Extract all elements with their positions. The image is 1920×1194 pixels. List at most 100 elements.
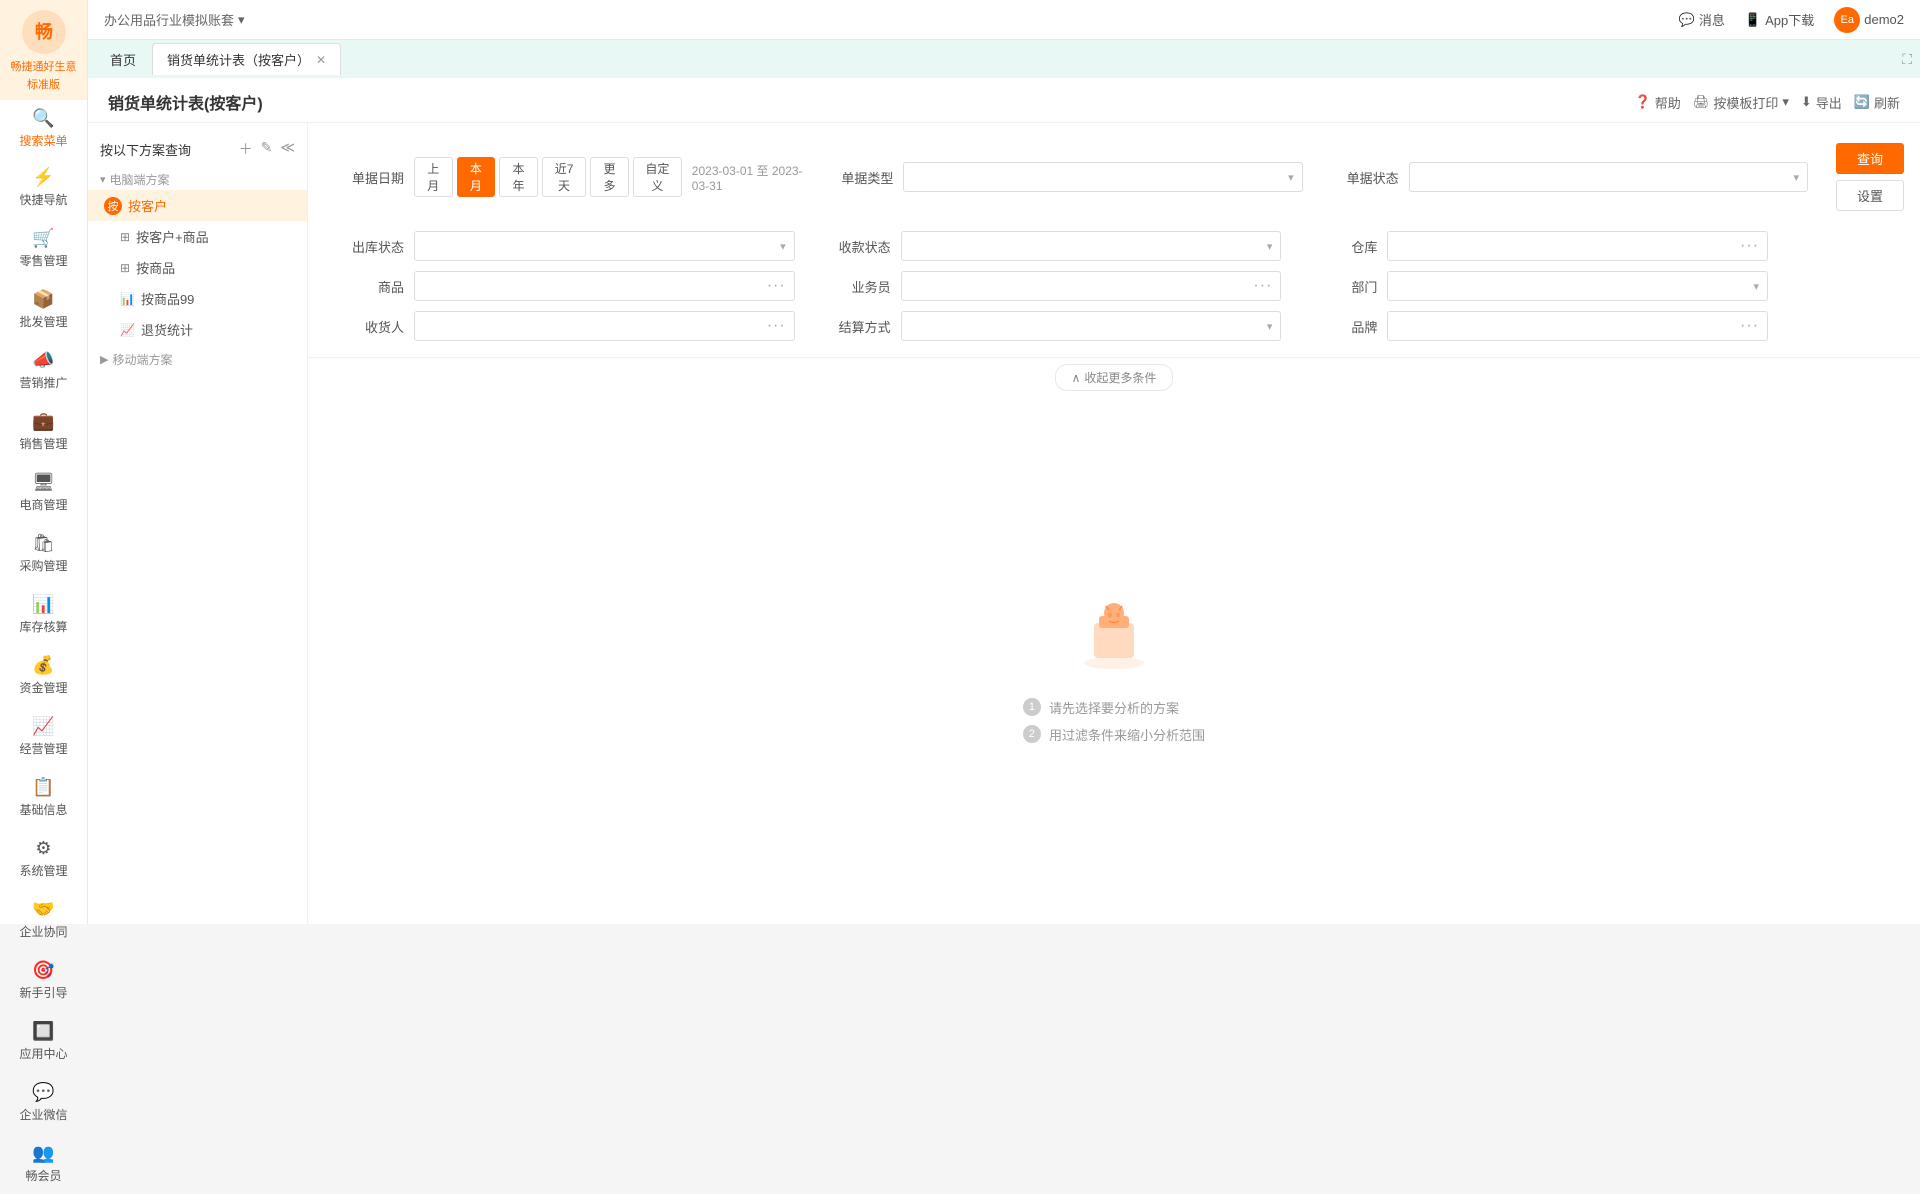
sidebar-item-wholesale[interactable]: 📦 批发管理 bbox=[0, 279, 87, 340]
topbar-left: 办公用品行业模拟账套 ▾ bbox=[104, 10, 245, 29]
collapse-label: 收起更多条件 bbox=[1084, 369, 1156, 386]
finance-icon: 💰 bbox=[32, 655, 54, 676]
sidebar-item-purchase[interactable]: 🛍 采购管理 bbox=[0, 523, 87, 584]
scheme-label-goods99: 按商品99 bbox=[141, 289, 194, 308]
marketing-icon: 📣 bbox=[32, 350, 54, 371]
dept-label: 部门 bbox=[1297, 277, 1387, 296]
sidebar-item-operations[interactable]: 📈 经营管理 bbox=[0, 706, 87, 767]
receiver-select[interactable]: ··· bbox=[414, 311, 795, 341]
desktop-group-text: 电脑端方案 bbox=[110, 171, 170, 188]
sidebar-newbie-label: 新手引导 bbox=[19, 984, 67, 1001]
sidebar-item-search[interactable]: 🔍 搜索菜单 bbox=[0, 100, 87, 157]
collapse-button[interactable]: ∧ 收起更多条件 bbox=[1055, 364, 1174, 391]
type-select[interactable]: ▾ bbox=[903, 162, 1302, 192]
topbar-right: 💬 消息 📱 App下载 Ea demo2 bbox=[1679, 7, 1904, 33]
date-btn-last-month[interactable]: 上月 bbox=[414, 157, 453, 197]
date-btn-this-month[interactable]: 本月 bbox=[457, 157, 496, 197]
breadcrumb-dropdown[interactable]: 办公用品行业模拟账套 ▾ bbox=[104, 10, 245, 29]
date-label: 单据日期 bbox=[324, 168, 414, 187]
app-download-button[interactable]: 📱 App下载 bbox=[1745, 10, 1814, 29]
scheme-icon-customer: 按 bbox=[104, 197, 122, 215]
sidebar-item-sales[interactable]: 💼 销售管理 bbox=[0, 401, 87, 462]
edit-scheme-button[interactable]: ✎ bbox=[261, 139, 273, 159]
goods-select[interactable]: ··· bbox=[414, 271, 795, 301]
collapse-panel-button[interactable]: ≪ bbox=[280, 139, 295, 159]
goods-label: 商品 bbox=[324, 277, 414, 296]
left-panel-header: 按以下方案查询 ＋ ✎ ≪ bbox=[88, 133, 307, 165]
print-button[interactable]: 🖨 按模板打印 ▾ bbox=[1693, 93, 1789, 112]
sidebar-app-center-label: 应用中心 bbox=[19, 1045, 67, 1062]
date-btn-more[interactable]: 更多 bbox=[590, 157, 629, 197]
sidebar-item-system[interactable]: ⚙ 系统管理 bbox=[0, 828, 87, 889]
sidebar-item-finance[interactable]: 💰 资金管理 bbox=[0, 645, 87, 706]
out-status-select[interactable]: ▾ bbox=[414, 231, 795, 261]
add-scheme-button[interactable]: ＋ bbox=[239, 139, 253, 159]
scheme-return-stat[interactable]: 📈 退货统计 bbox=[88, 314, 307, 345]
export-button[interactable]: ⬇ 导出 bbox=[1801, 93, 1842, 112]
tab-close-button[interactable]: ✕ bbox=[316, 53, 326, 67]
scheme-by-goods[interactable]: ⊞ 按商品 bbox=[88, 252, 307, 283]
warehouse-dots: ··· bbox=[1740, 237, 1759, 255]
salesperson-label: 业务员 bbox=[811, 277, 901, 296]
settings-button[interactable]: 设置 bbox=[1836, 180, 1904, 211]
salesperson-select[interactable]: ··· bbox=[901, 271, 1282, 301]
sidebar-item-corp-wechat[interactable]: 💬 企业微信 bbox=[0, 1072, 87, 1133]
collapse-up-icon: ∧ bbox=[1072, 371, 1081, 385]
receiver-label: 收货人 bbox=[324, 317, 414, 336]
message-button[interactable]: 💬 消息 bbox=[1679, 10, 1725, 29]
sidebar-item-inventory[interactable]: 📊 库存核算 bbox=[0, 584, 87, 645]
refresh-label: 刷新 bbox=[1874, 93, 1900, 112]
sidebar-item-app-center[interactable]: 🔲 应用中心 bbox=[0, 1011, 87, 1072]
sidebar-item-marketing[interactable]: 📣 营销推广 bbox=[0, 340, 87, 401]
scheme-by-goods99[interactable]: 📊 按商品99 bbox=[88, 283, 307, 314]
tip-num-1: 1 bbox=[1023, 698, 1041, 716]
sidebar-item-ecommerce[interactable]: 🖥 电商管理 bbox=[0, 462, 87, 523]
query-conditions: 单据日期 上月 本月 本年 近7天 更多 自定义 2023-03-01 至 20… bbox=[308, 123, 1920, 358]
warehouse-label: 仓库 bbox=[1297, 237, 1387, 256]
tree-expand-mobile-icon: ▶ bbox=[100, 353, 108, 366]
maximize-button[interactable]: ⛶ bbox=[1902, 51, 1912, 68]
sidebar-item-newbie[interactable]: 🎯 新手引导 bbox=[0, 950, 87, 1011]
scheme-by-customer[interactable]: 按 按客户 bbox=[88, 190, 307, 221]
sidebar-item-basic[interactable]: 📋 基础信息 bbox=[0, 767, 87, 828]
desktop-group-label: ▾ 电脑端方案 bbox=[88, 165, 307, 190]
refresh-button[interactable]: 🔄 刷新 bbox=[1854, 93, 1900, 112]
quick-nav-icon: ⚡ bbox=[32, 167, 54, 188]
sidebar-ecommerce-label: 电商管理 bbox=[19, 496, 67, 513]
left-panel: 按以下方案查询 ＋ ✎ ≪ ▾ 电脑端方案 按 按客户 bbox=[88, 123, 308, 924]
help-button[interactable]: ❓ 帮助 bbox=[1635, 93, 1681, 112]
empty-tip-2: 2 用过滤条件来缩小分析范围 bbox=[1023, 725, 1205, 744]
brand-select[interactable]: ··· bbox=[1387, 311, 1768, 341]
scheme-by-customer-goods[interactable]: ⊞ 按客户+商品 bbox=[88, 221, 307, 252]
logo-area: 畅 畅捷通好生意 标准版 bbox=[0, 0, 87, 100]
date-btn-7days[interactable]: 近7天 bbox=[542, 157, 586, 197]
tab-sales-stat[interactable]: 销货单统计表（按客户） ✕ bbox=[152, 43, 341, 75]
date-btn-custom[interactable]: 自定义 bbox=[633, 157, 682, 197]
sidebar-item-quick-nav[interactable]: ⚡ 快捷导航 bbox=[0, 157, 87, 218]
sidebar-item-retail[interactable]: 🛒 零售管理 bbox=[0, 218, 87, 279]
right-panel: 单据日期 上月 本月 本年 近7天 更多 自定义 2023-03-01 至 20… bbox=[308, 123, 1920, 924]
sidebar-wholesale-label: 批发管理 bbox=[19, 313, 67, 330]
message-label: 消息 bbox=[1699, 10, 1725, 29]
sidebar-item-member[interactable]: 👥 畅会员 bbox=[0, 1133, 87, 1194]
sidebar-purchase-label: 采购管理 bbox=[19, 557, 67, 574]
tree-expand-icon: ▾ bbox=[100, 173, 106, 186]
date-btn-this-year[interactable]: 本年 bbox=[499, 157, 538, 197]
payment-select[interactable]: ▾ bbox=[901, 311, 1282, 341]
tab-home[interactable]: 首页 bbox=[96, 44, 150, 75]
dept-select[interactable]: ▾ bbox=[1387, 271, 1768, 301]
brand-dots: ··· bbox=[1740, 317, 1759, 335]
sidebar-basic-label: 基础信息 bbox=[19, 801, 67, 818]
status-select[interactable]: ▾ bbox=[1409, 162, 1808, 192]
left-panel-title: 按以下方案查询 bbox=[100, 140, 191, 159]
query-button[interactable]: 查询 bbox=[1836, 143, 1904, 174]
user-menu[interactable]: Ea demo2 bbox=[1834, 7, 1904, 33]
empty-illustration bbox=[1064, 578, 1164, 678]
warehouse-select[interactable]: ··· bbox=[1387, 231, 1768, 261]
dept-arrow: ▾ bbox=[1753, 280, 1759, 293]
sidebar-item-enterprise[interactable]: 🤝 企业协同 bbox=[0, 889, 87, 950]
collect-status-select[interactable]: ▾ bbox=[901, 231, 1282, 261]
mobile-group-text: 移动端方案 bbox=[112, 351, 172, 368]
export-label: 导出 bbox=[1816, 93, 1842, 112]
page-title: 销货单统计表(按客户) bbox=[108, 90, 263, 114]
